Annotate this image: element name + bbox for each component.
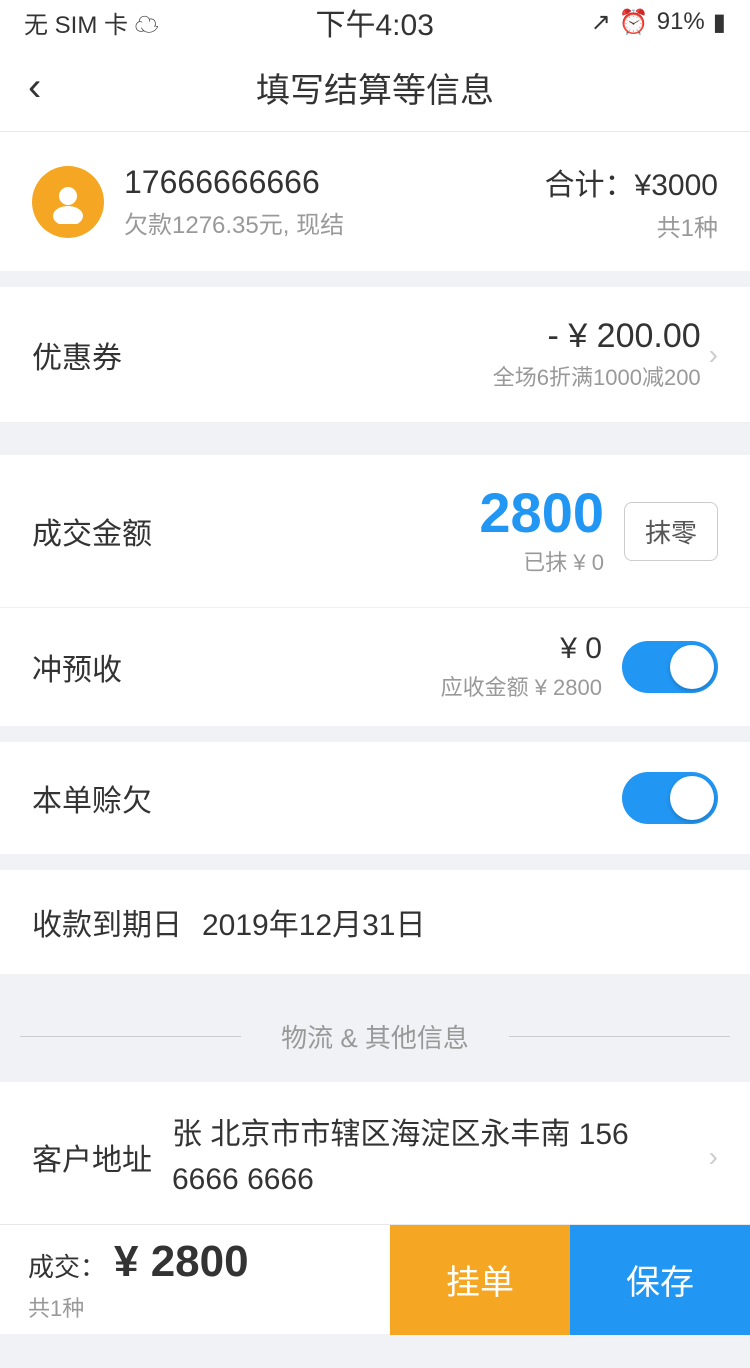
section-gap-1 [0, 439, 750, 455]
deal-amount-wrap: 2800 已抹 ¥ 0 [479, 485, 604, 577]
customer-totals: 合计：¥3000 共1种 [545, 160, 718, 243]
bottom-summary: 成交： ¥ 2800 共1种 [0, 1237, 390, 1323]
deal-amount-label: 成交金额 [32, 509, 152, 553]
status-right: ↗ ⏰ 91% ▮ [591, 8, 726, 37]
battery-icon: ▮ [713, 8, 726, 37]
address-chevron-icon: › [709, 1141, 718, 1173]
battery-label: 91% [657, 8, 705, 36]
coupon-row[interactable]: 优惠券 - ¥ 200.00 全场6折满1000减200 › [0, 287, 750, 423]
coupon-amount: - ¥ 200.00 [493, 317, 701, 356]
save-button[interactable]: 保存 [570, 1225, 750, 1335]
customer-sub-info: 欠款1276.35元, 现结 [124, 205, 344, 240]
status-time: 下午4:03 [316, 0, 434, 44]
content-area: 17666666666 欠款1276.35元, 现结 合计：¥3000 共1种 … [0, 132, 750, 1368]
bottom-bar: 成交： ¥ 2800 共1种 挂单 保存 [0, 1224, 750, 1334]
bottom-amount: ¥ 2800 [114, 1237, 249, 1287]
location-icon: ↗ [591, 8, 611, 37]
bottom-summary-top: 成交： ¥ 2800 [28, 1237, 362, 1287]
hold-order-button[interactable]: 挂单 [390, 1225, 570, 1335]
coupon-desc: 全场6折满1000减200 [493, 360, 701, 392]
coupon-label: 优惠券 [32, 333, 122, 377]
deal-amount-sub: 已抹 ¥ 0 [479, 545, 604, 577]
customer-details: 17666666666 欠款1276.35元, 现结 [124, 164, 344, 240]
page-title: 填写结算等信息 [256, 63, 494, 112]
coupon-right: - ¥ 200.00 全场6折满1000减200 › [493, 317, 718, 392]
due-date-value: 2019年12月31日 [202, 900, 425, 944]
bottom-label: 成交： [28, 1247, 106, 1284]
deal-amount-row: 成交金额 2800 已抹 ¥ 0 抹零 [0, 455, 750, 608]
divider-line-left [20, 1036, 241, 1037]
address-label: 客户地址 [32, 1135, 152, 1179]
back-button[interactable]: ‹ [28, 65, 41, 110]
sim-label: 无 SIM 卡 ☁ [24, 5, 159, 40]
section-gap-4 [0, 1066, 750, 1082]
status-bar: 无 SIM 卡 ☁ 下午4:03 ↗ ⏰ 91% ▮ [0, 0, 750, 44]
prepay-right: ¥ 0 应收金额 ¥ 2800 [441, 632, 718, 702]
address-value: 张 北京市市辖区海淀区永丰南 156 6666 6666 [152, 1112, 709, 1202]
prepay-value: ¥ 0 [441, 632, 602, 666]
total-amount: 合计：¥3000 [545, 160, 718, 204]
debt-toggle[interactable] [622, 772, 718, 824]
round-zero-button[interactable]: 抹零 [624, 502, 718, 561]
customer-left: 17666666666 欠款1276.35元, 现结 [32, 164, 344, 240]
toggle-thumb [670, 645, 714, 689]
prepay-row: 冲预收 ¥ 0 应收金额 ¥ 2800 [0, 608, 750, 726]
status-left: 无 SIM 卡 ☁ [24, 5, 159, 40]
total-count: 共1种 [545, 208, 718, 243]
deal-amount-right: 2800 已抹 ¥ 0 抹零 [479, 485, 718, 577]
coupon-value: - ¥ 200.00 全场6折满1000减200 [493, 317, 701, 392]
customer-phone: 17666666666 [124, 164, 344, 201]
bottom-count: 共1种 [28, 1291, 362, 1323]
debt-row: 本单赊欠 [0, 742, 750, 854]
due-date-row: 收款到期日 2019年12月31日 [0, 870, 750, 974]
due-date-label: 收款到期日 [32, 900, 182, 944]
customer-info-row: 17666666666 欠款1276.35元, 现结 合计：¥3000 共1种 [0, 132, 750, 271]
section-gap-2 [0, 726, 750, 742]
debt-toggle-thumb [670, 776, 714, 820]
nav-bar: ‹ 填写结算等信息 [0, 44, 750, 132]
prepay-sub: 应收金额 ¥ 2800 [441, 670, 602, 702]
debt-label: 本单赊欠 [32, 776, 152, 820]
address-row[interactable]: 客户地址 张 北京市市辖区海淀区永丰南 156 6666 6666 › [0, 1082, 750, 1232]
divider-line-right [509, 1036, 730, 1037]
chevron-right-icon: › [709, 339, 718, 371]
logistics-divider: 物流 & 其他信息 [0, 1006, 750, 1066]
deal-amount-value: 2800 [479, 485, 604, 541]
avatar [32, 166, 104, 238]
section-gap-3 [0, 990, 750, 1006]
prepay-value-wrap: ¥ 0 应收金额 ¥ 2800 [441, 632, 602, 702]
prepay-toggle[interactable] [622, 641, 718, 693]
prepay-label: 冲预收 [32, 645, 122, 689]
divider-label: 物流 & 其他信息 [281, 1018, 469, 1055]
alarm-icon: ⏰ [619, 8, 649, 37]
